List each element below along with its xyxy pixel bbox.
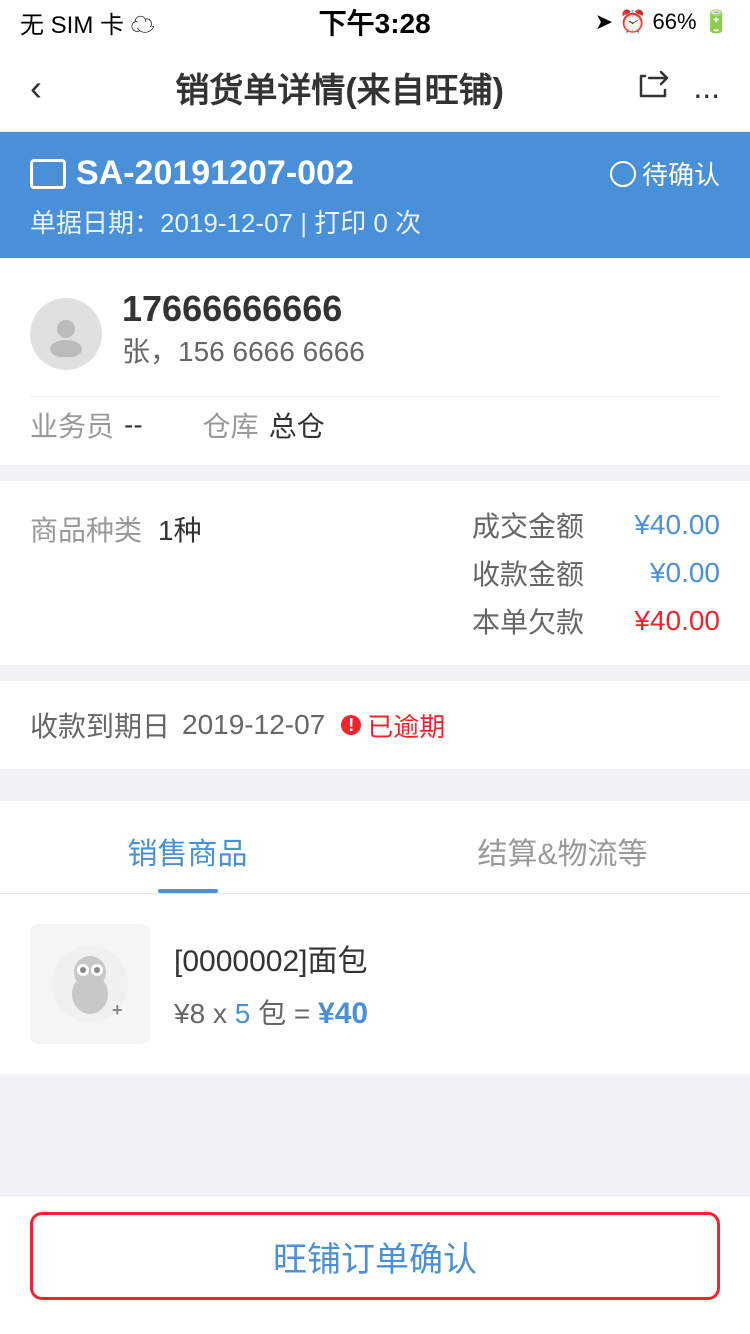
tabs-section: 销售商品 结算&物流等 + [0000002]面包 bbox=[0, 801, 750, 1075]
payment-due-label: 收款到期日 bbox=[30, 705, 170, 745]
salesperson-item: 业务员 -- bbox=[30, 405, 143, 445]
product-price-row: ¥8 x 5 包 = ¥40 bbox=[174, 992, 720, 1032]
share-icon[interactable] bbox=[637, 68, 669, 108]
bottom-button-area: 旺铺订单确认 bbox=[0, 1195, 750, 1334]
product-unit: 包 bbox=[258, 998, 286, 1029]
location-icon: ➤ bbox=[595, 9, 613, 35]
back-button[interactable]: ‹ bbox=[30, 67, 42, 109]
status-left: 无 SIM 卡 ☁ bbox=[20, 5, 155, 40]
more-icon[interactable]: ... bbox=[693, 69, 720, 106]
order-id-row: SA-20191207-002 待确认 bbox=[30, 154, 720, 193]
order-status: 待确认 bbox=[610, 155, 720, 192]
payment-due-date: 2019-12-07 bbox=[182, 709, 325, 741]
status-bar: 无 SIM 卡 ☁ 下午3:28 ➤ ⏰ 66% 🔋 bbox=[0, 0, 750, 44]
product-quantity: 5 bbox=[235, 998, 251, 1029]
received-amount-row: 收款金额 ¥0.00 bbox=[472, 553, 720, 593]
status-right: ➤ ⏰ 66% 🔋 bbox=[595, 9, 730, 35]
overdue-icon: ! bbox=[341, 715, 361, 735]
nav-bar: ‹ 销货单详情(来自旺铺) ... bbox=[0, 44, 750, 132]
product-price: ¥8 bbox=[174, 998, 205, 1029]
product-name: [0000002]面包 bbox=[174, 936, 720, 980]
product-types-value: 1种 bbox=[158, 509, 202, 549]
sim-status: 无 SIM 卡 ☁ bbox=[20, 5, 155, 40]
clock-icon bbox=[610, 161, 636, 187]
customer-phone: 17666666666 bbox=[122, 288, 365, 330]
summary-section: 商品种类 1种 成交金额 ¥40.00 收款金额 ¥0.00 本单欠款 ¥40.… bbox=[0, 481, 750, 665]
multiply-sign: x bbox=[213, 998, 235, 1029]
equals-sign: = bbox=[294, 998, 318, 1029]
product-total: ¥40 bbox=[318, 997, 368, 1030]
customer-section: 17666666666 张，156 6666 6666 业务员 -- 仓库 总仓 bbox=[0, 258, 750, 465]
battery-level: 66% bbox=[653, 9, 697, 35]
section-divider bbox=[0, 785, 750, 801]
customer-name: 张，156 6666 6666 bbox=[122, 330, 365, 370]
confirm-order-button[interactable]: 旺铺订单确认 bbox=[30, 1212, 720, 1300]
overdue-text: 已逾期 bbox=[367, 707, 445, 744]
order-date-row: 单据日期：2019-12-07 | 打印 0 次 bbox=[30, 203, 720, 240]
customer-detail-row: 业务员 -- 仓库 总仓 bbox=[30, 396, 720, 445]
amounts-area: 成交金额 ¥40.00 收款金额 ¥0.00 本单欠款 ¥40.00 bbox=[472, 505, 720, 641]
warehouse-value: 总仓 bbox=[269, 405, 325, 445]
svg-text:+: + bbox=[112, 1000, 123, 1020]
warehouse-label: 仓库 bbox=[203, 405, 259, 445]
product-types-label: 商品种类 bbox=[30, 509, 142, 549]
transaction-amount-value: ¥40.00 bbox=[600, 509, 720, 541]
order-header: SA-20191207-002 待确认 单据日期：2019-12-07 | 打印… bbox=[0, 132, 750, 258]
warehouse-item: 仓库 总仓 bbox=[203, 405, 325, 445]
product-item: + [0000002]面包 ¥8 x 5 包 = ¥40 bbox=[0, 894, 750, 1075]
salesperson-value: -- bbox=[124, 409, 143, 441]
customer-row: 17666666666 张，156 6666 6666 bbox=[30, 288, 720, 380]
tab-settlement-logistics[interactable]: 结算&物流等 bbox=[375, 801, 750, 893]
outstanding-label: 本单欠款 bbox=[472, 601, 584, 641]
inbox-icon bbox=[30, 159, 66, 189]
page-title: 销货单详情(来自旺铺) bbox=[175, 63, 504, 112]
payment-due-section: 收款到期日 2019-12-07 ! 已逾期 bbox=[0, 681, 750, 769]
tabs-row: 销售商品 结算&物流等 bbox=[0, 801, 750, 894]
salesperson-label: 业务员 bbox=[30, 405, 114, 445]
product-info: [0000002]面包 ¥8 x 5 包 = ¥40 bbox=[174, 936, 720, 1032]
outstanding-value: ¥40.00 bbox=[600, 605, 720, 637]
avatar bbox=[30, 298, 102, 370]
alarm-icon: ⏰ bbox=[619, 9, 646, 35]
overdue-badge: ! 已逾期 bbox=[341, 707, 445, 744]
received-amount-label: 收款金额 bbox=[472, 553, 584, 593]
received-amount-value: ¥0.00 bbox=[600, 557, 720, 589]
nav-actions: ... bbox=[637, 68, 720, 108]
outstanding-row: 本单欠款 ¥40.00 bbox=[472, 601, 720, 641]
order-id: SA-20191207-002 bbox=[30, 154, 354, 193]
battery-icon: 🔋 bbox=[703, 9, 730, 35]
transaction-amount-row: 成交金额 ¥40.00 bbox=[472, 505, 720, 545]
status-time: 下午3:28 bbox=[319, 2, 431, 42]
product-types: 商品种类 1种 bbox=[30, 505, 202, 549]
product-thumbnail: + bbox=[30, 924, 150, 1044]
customer-info: 17666666666 张，156 6666 6666 bbox=[122, 288, 365, 380]
tab-sales-goods[interactable]: 销售商品 bbox=[0, 801, 375, 893]
transaction-amount-label: 成交金额 bbox=[472, 505, 584, 545]
